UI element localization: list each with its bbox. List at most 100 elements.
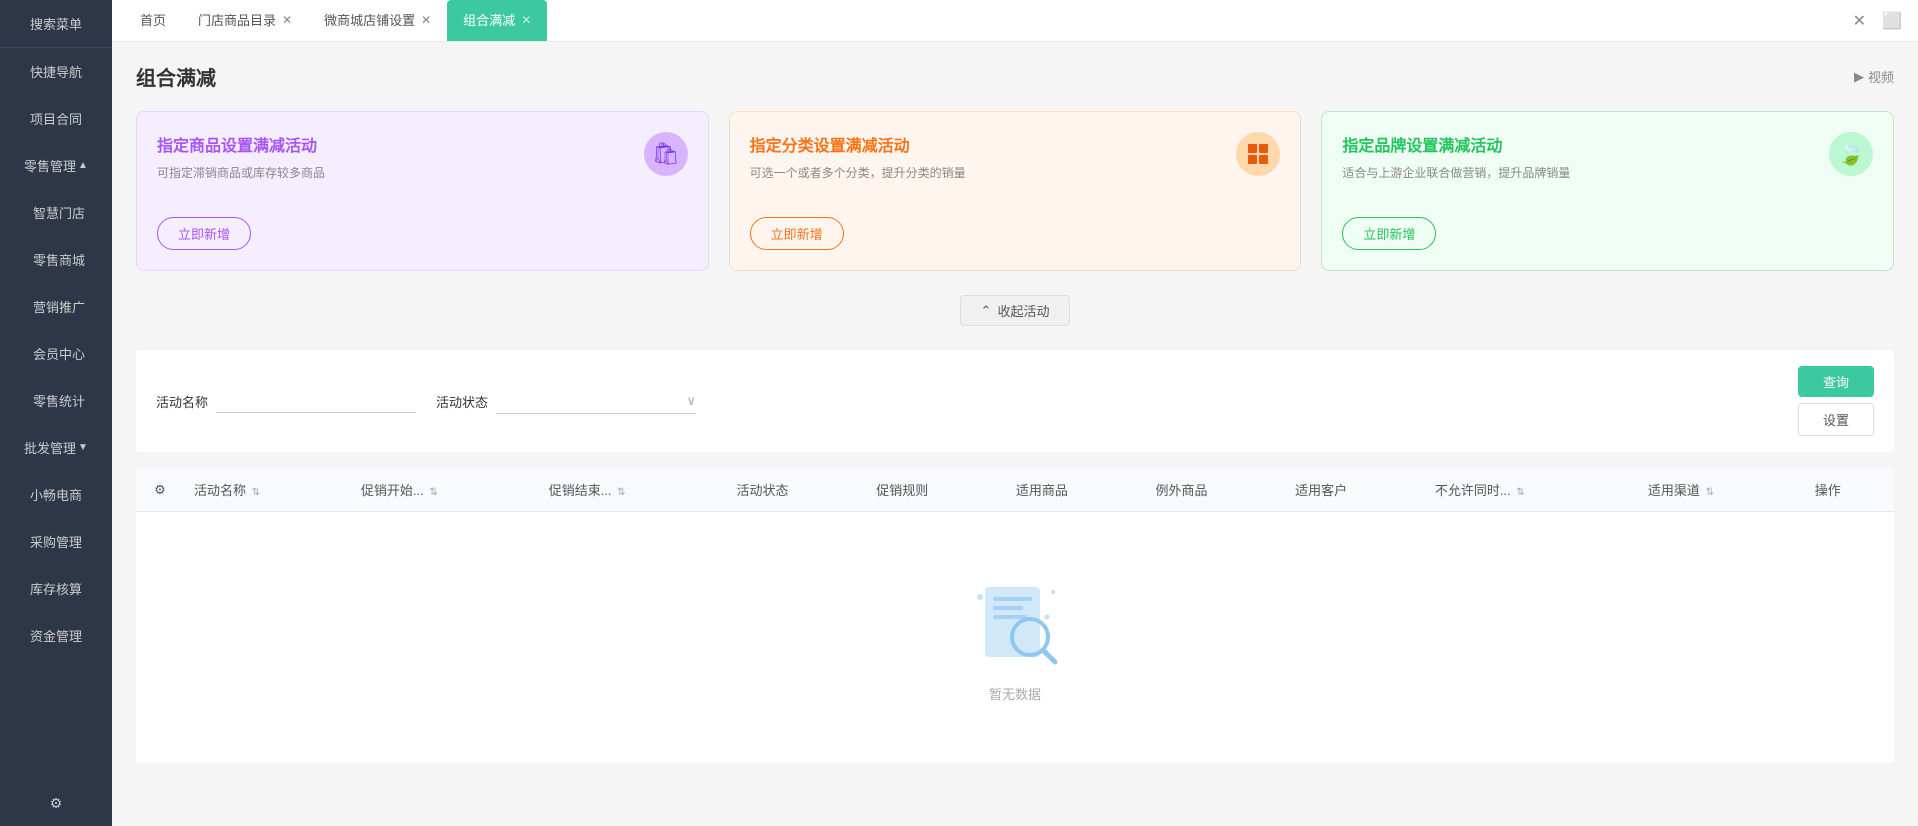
th-promo-start[interactable]: 促销开始... ⇅ bbox=[351, 468, 539, 512]
promo-card-product-desc: 可指定滞销商品或库存较多商品 bbox=[157, 164, 688, 183]
sidebar-item-quick-nav[interactable]: 快捷导航 bbox=[0, 48, 112, 95]
sidebar-item-label: 零售管理 bbox=[24, 156, 76, 175]
sidebar-item-marketing[interactable]: 营销推广 bbox=[0, 283, 112, 330]
empty-state: 暂无数据 bbox=[136, 512, 1894, 763]
promo-card-product-title: 指定商品设置满减活动 bbox=[157, 132, 688, 156]
activity-status-label: 活动状态 bbox=[436, 392, 488, 411]
th-settings[interactable]: ⚙ bbox=[136, 468, 184, 512]
sidebar-item-label: 项目合同 bbox=[30, 112, 82, 127]
sidebar-item-label: 快捷导航 bbox=[30, 65, 82, 80]
window-maximize-btn[interactable]: ⬜ bbox=[1878, 7, 1906, 35]
th-promo-end[interactable]: 促销结束... ⇅ bbox=[539, 468, 727, 512]
th-promo-end-label: 促销结束... bbox=[549, 483, 612, 498]
sidebar-search[interactable]: 搜索菜单 bbox=[0, 0, 112, 48]
th-no-concurrent-label: 不允许同时... bbox=[1435, 483, 1511, 498]
tab-bar: 首页 门店商品目录 ✕ 微商城店铺设置 ✕ 组合满减 ✕ ✕ ⬜ bbox=[112, 0, 1918, 42]
filter-actions: 查询 设置 bbox=[1798, 366, 1874, 436]
activity-name-label: 活动名称 bbox=[156, 392, 208, 411]
activity-status-select[interactable]: ∨ bbox=[496, 389, 696, 414]
sidebar-item-xiochang-ec[interactable]: 小畅电商 bbox=[0, 471, 112, 518]
filter-activity-status: 活动状态 ∨ bbox=[436, 389, 696, 414]
promo-card-product-icon: 🛍 bbox=[644, 132, 688, 176]
sidebar-item-inventory-calc[interactable]: 库存核算 bbox=[0, 565, 112, 612]
query-btn[interactable]: 查询 bbox=[1798, 366, 1874, 397]
sidebar-item-retail-mall[interactable]: 零售商城 bbox=[0, 236, 112, 283]
tab-store-catalog[interactable]: 门店商品目录 ✕ bbox=[182, 0, 308, 41]
sidebar-item-retail-stats[interactable]: 零售统计 bbox=[0, 377, 112, 424]
gear-icon: ⚙ bbox=[154, 482, 166, 497]
promo-cards: 指定商品设置满减活动 可指定滞销商品或库存较多商品 🛍 立即新增 指定分类设置满… bbox=[136, 111, 1894, 271]
sidebar-item-label: 零售商城 bbox=[33, 253, 85, 268]
th-applicable-customer-label: 适用客户 bbox=[1295, 483, 1347, 498]
tab-wechat-settings[interactable]: 微商城店铺设置 ✕ bbox=[308, 0, 447, 41]
sidebar-item-label: 零售统计 bbox=[33, 394, 85, 409]
sidebar-item-label: 采购管理 bbox=[30, 535, 82, 550]
th-excluded-product-label: 例外商品 bbox=[1156, 483, 1208, 498]
th-operation: 操作 bbox=[1805, 468, 1894, 512]
collapse-btn-label: 收起活动 bbox=[997, 301, 1049, 320]
th-promo-rule: 促销规则 bbox=[866, 468, 1006, 512]
tab-wechat-settings-close[interactable]: ✕ bbox=[421, 14, 431, 26]
tab-store-catalog-close[interactable]: ✕ bbox=[282, 14, 292, 26]
promo-card-brand-btn[interactable]: 立即新增 bbox=[1342, 217, 1436, 250]
empty-text: 暂无数据 bbox=[156, 684, 1874, 703]
page-header: 组合满减 ▶ 视频 bbox=[136, 62, 1894, 91]
tab-home[interactable]: 首页 bbox=[124, 0, 182, 41]
collapse-activity-btn[interactable]: ⌃ 收起活动 bbox=[960, 295, 1071, 326]
main-area: 首页 门店商品目录 ✕ 微商城店铺设置 ✕ 组合满减 ✕ ✕ ⬜ 组合满减 ▶ … bbox=[112, 0, 1918, 826]
promo-card-category-btn[interactable]: 立即新增 bbox=[750, 217, 844, 250]
play-icon: ▶ bbox=[1854, 69, 1864, 85]
sidebar-item-label: 智慧门店 bbox=[33, 206, 85, 221]
tab-combo-discount-close[interactable]: ✕ bbox=[521, 14, 531, 26]
activity-name-input[interactable] bbox=[216, 389, 416, 413]
sidebar-item-label: 营销推广 bbox=[33, 300, 85, 315]
promo-card-category: 指定分类设置满减活动 可选一个或者多个分类，提升分类的销量 立即新增 bbox=[729, 111, 1302, 271]
promo-card-brand-desc: 适合与上游企业联合做营销，提升品牌销量 bbox=[1342, 164, 1873, 183]
sort-icon: ⇅ bbox=[252, 487, 260, 498]
th-activity-status-label: 活动状态 bbox=[737, 483, 789, 498]
setting-btn[interactable]: 设置 bbox=[1798, 403, 1874, 436]
sidebar-item-member-center[interactable]: 会员中心 bbox=[0, 330, 112, 377]
gear-icon: ⚙ bbox=[50, 795, 63, 811]
promo-card-product-btn[interactable]: 立即新增 bbox=[157, 217, 251, 250]
sidebar-settings-btn[interactable]: ⚙ bbox=[0, 781, 112, 826]
th-operation-label: 操作 bbox=[1815, 483, 1841, 498]
empty-state-row: 暂无数据 bbox=[136, 512, 1894, 764]
th-applicable-product: 适用商品 bbox=[1006, 468, 1146, 512]
sort-icon: ⇅ bbox=[429, 487, 437, 498]
chevron-up-icon: ⌃ bbox=[981, 303, 992, 319]
filter-bar: 活动名称 活动状态 ∨ 查询 设置 bbox=[136, 350, 1894, 452]
window-close-btn[interactable]: ✕ bbox=[1849, 7, 1870, 35]
promo-card-brand-icon: 🍃 bbox=[1829, 132, 1873, 176]
tab-bar-actions: ✕ ⬜ bbox=[1849, 7, 1906, 35]
sidebar-item-smart-store[interactable]: 智慧门店 bbox=[0, 189, 112, 236]
th-promo-rule-label: 促销规则 bbox=[876, 483, 928, 498]
filter-activity-name: 活动名称 bbox=[156, 389, 416, 413]
sidebar: 搜索菜单 快捷导航 项目合同 零售管理 ▲ 智慧门店 零售商城 营销推广 会员中… bbox=[0, 0, 112, 826]
sort-icon: ⇅ bbox=[1706, 487, 1714, 498]
th-applicable-channel-label: 适用渠道 bbox=[1648, 483, 1700, 498]
tab-combo-discount[interactable]: 组合满减 ✕ bbox=[447, 0, 547, 41]
table-body: 暂无数据 bbox=[136, 512, 1894, 764]
sidebar-item-label: 批发管理 bbox=[24, 438, 76, 457]
tab-store-catalog-label: 门店商品目录 bbox=[198, 10, 276, 29]
chevron-down-icon: ▼ bbox=[78, 442, 88, 453]
sidebar-item-wholesale-mgmt[interactable]: 批发管理 ▼ bbox=[0, 424, 112, 471]
promo-card-category-desc: 可选一个或者多个分类，提升分类的销量 bbox=[750, 164, 1281, 183]
th-applicable-product-label: 适用商品 bbox=[1016, 483, 1068, 498]
sidebar-item-purchase-mgmt[interactable]: 采购管理 bbox=[0, 518, 112, 565]
content-area: 组合满减 ▶ 视频 指定商品设置满减活动 可指定滞销商品或库存较多商品 🛍 立即… bbox=[112, 42, 1918, 826]
th-excluded-product: 例外商品 bbox=[1146, 468, 1286, 512]
th-no-concurrent[interactable]: 不允许同时... ⇅ bbox=[1425, 468, 1638, 512]
video-link[interactable]: ▶ 视频 bbox=[1854, 67, 1894, 86]
video-link-label: 视频 bbox=[1868, 67, 1894, 86]
sidebar-item-retail-mgmt[interactable]: 零售管理 ▲ bbox=[0, 142, 112, 189]
promo-card-brand: 指定品牌设置满减活动 适合与上游企业联合做营销，提升品牌销量 🍃 立即新增 bbox=[1321, 111, 1894, 271]
th-activity-name[interactable]: 活动名称 ⇅ bbox=[184, 468, 351, 512]
sidebar-item-project-contract[interactable]: 项目合同 bbox=[0, 95, 112, 142]
page-title: 组合满减 bbox=[136, 62, 216, 91]
th-applicable-channel[interactable]: 适用渠道 ⇅ bbox=[1638, 468, 1805, 512]
sidebar-item-fund-mgmt[interactable]: 资金管理 bbox=[0, 612, 112, 659]
chevron-down-icon: ∨ bbox=[687, 393, 697, 409]
th-activity-name-label: 活动名称 bbox=[194, 483, 246, 498]
